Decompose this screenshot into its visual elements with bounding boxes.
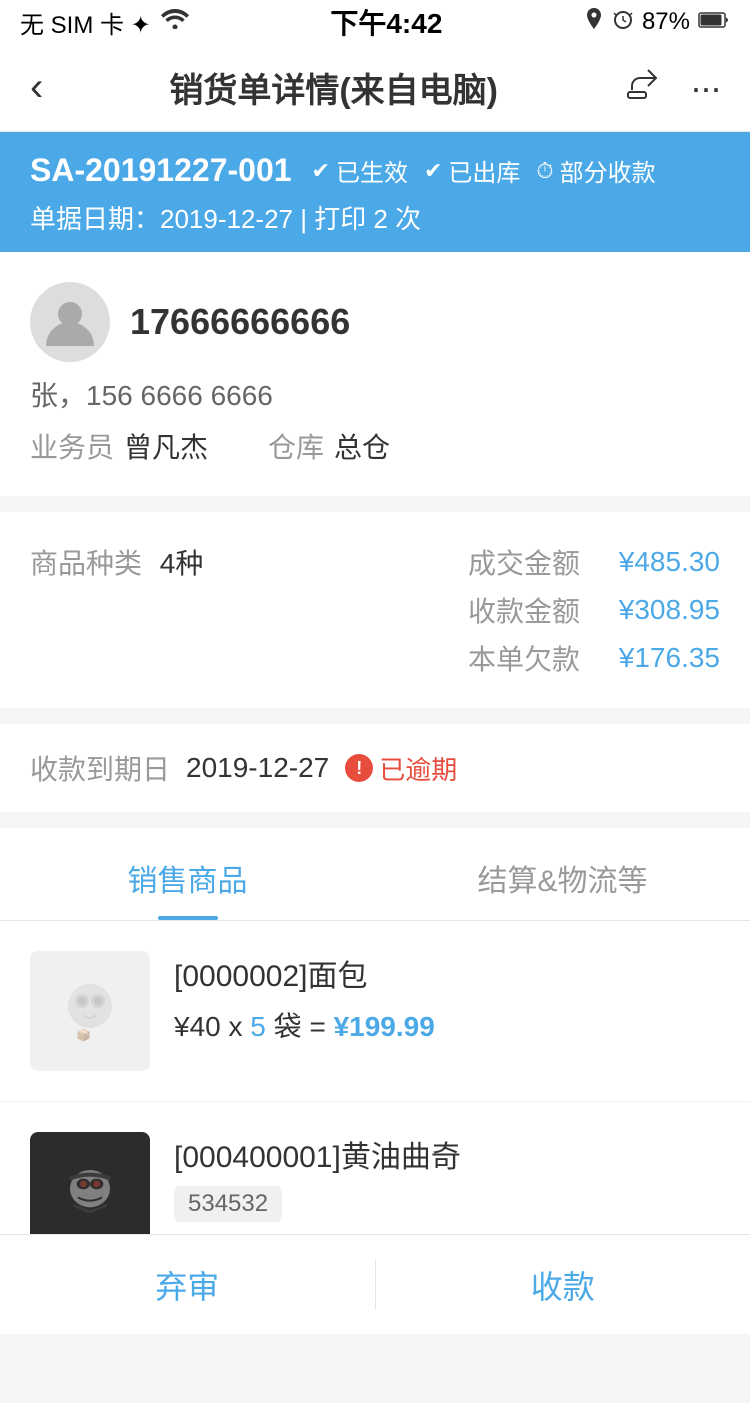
status-bar: 无 SIM 卡 ✦ 下午4:42 87%: [0, 0, 750, 44]
badge-partial: ⏱ 部分收款: [536, 153, 655, 188]
customer-name-detail: 张，156 6666 6666: [30, 374, 720, 414]
category-info: 商品种类 4种: [30, 542, 203, 582]
product-price: ¥40: [174, 1011, 221, 1042]
deal-amount-value: ¥485.30: [600, 546, 720, 578]
customer-meta: 业务员 曾凡杰 仓库 总仓: [30, 426, 720, 466]
received-amount-row: 收款金额 ¥308.95: [468, 590, 720, 630]
sales-label: 业务员: [30, 426, 114, 466]
location-icon: [584, 8, 604, 37]
warehouse: 仓库 总仓: [268, 426, 390, 466]
list-item: 📦 [0000002]面包 ¥40 x 5 袋 = ¥199.99: [0, 921, 750, 1102]
alarm-icon: [612, 8, 634, 37]
category-label: 商品种类: [30, 548, 142, 579]
warehouse-label: 仓库: [268, 426, 324, 466]
cancel-audit-button[interactable]: 弃审: [0, 1235, 375, 1334]
svg-text:📦: 📦: [76, 1028, 91, 1042]
tabs-section: 销售商品 结算&物流等: [0, 828, 750, 921]
customer-phone: 17666666666: [130, 301, 350, 343]
battery-level: 87%: [642, 8, 690, 36]
status-left: 无 SIM 卡 ✦: [20, 5, 189, 40]
product-name: [000400001]黄油曲奇: [174, 1132, 720, 1176]
battery-icon: [698, 8, 730, 36]
status-right: 87%: [584, 8, 730, 37]
product-unit: 袋: [274, 1011, 302, 1042]
warehouse-value: 总仓: [334, 426, 390, 466]
product-total: ¥199.99: [334, 1011, 435, 1042]
status-badges: ✔ 已生效 ✔ 已出库 ⏱ 部分收款: [312, 153, 656, 188]
product-qty: 5: [250, 1011, 266, 1042]
status-time: 下午4:42: [330, 2, 442, 42]
owed-amount-label: 本单欠款: [468, 638, 580, 678]
collect-payment-button[interactable]: 收款: [376, 1235, 750, 1334]
clock-icon: ⏱: [536, 158, 553, 184]
avatar: [30, 282, 110, 362]
sales-person: 业务员 曾凡杰: [30, 426, 208, 466]
summary-section: 商品种类 4种 成交金额 ¥485.30 收款金额 ¥308.95 本单欠款 ¥…: [0, 512, 750, 708]
deal-amount-label: 成交金额: [468, 542, 580, 582]
tab-products[interactable]: 销售商品: [0, 828, 375, 920]
badge-shipped: ✔ 已出库: [424, 153, 520, 188]
more-icon[interactable]: ···: [690, 67, 720, 109]
category-value: 4种: [160, 548, 204, 579]
tab-settlement[interactable]: 结算&物流等: [375, 828, 750, 920]
overdue-text: 已逾期: [379, 750, 457, 787]
received-amount-value: ¥308.95: [600, 594, 720, 626]
nav-actions: ···: [624, 66, 720, 110]
order-sub-info: 单据日期：2019-12-27 | 打印 2 次: [30, 199, 720, 236]
sales-value: 曾凡杰: [124, 426, 208, 466]
amount-summary: 成交金额 ¥485.30 收款金额 ¥308.95 本单欠款 ¥176.35: [468, 542, 720, 678]
overdue-icon: !: [345, 754, 373, 782]
order-id: SA-20191227-001: [30, 152, 292, 189]
overdue-badge: ! 已逾期: [345, 750, 457, 787]
due-date-value: 2019-12-27: [186, 752, 329, 784]
owed-amount-value: ¥176.35: [600, 642, 720, 674]
received-amount-label: 收款金额: [468, 590, 580, 630]
wifi-signal: [161, 8, 189, 36]
deal-amount-row: 成交金额 ¥485.30: [468, 542, 720, 582]
product-info: [0000002]面包 ¥40 x 5 袋 = ¥199.99: [174, 951, 720, 1045]
nav-bar: ‹ 销货单详情(来自电脑) ···: [0, 44, 750, 132]
header-banner: SA-20191227-001 ✔ 已生效 ✔ 已出库 ⏱ 部分收款 单据日期：…: [0, 132, 750, 252]
back-button[interactable]: ‹: [30, 65, 43, 110]
product-tag: 534532: [174, 1186, 282, 1222]
product-name: [0000002]面包: [174, 951, 720, 995]
bottom-bar: 弃审 收款: [0, 1234, 750, 1334]
owed-amount-row: 本单欠款 ¥176.35: [468, 638, 720, 678]
page-title: 销货单详情(来自电脑): [169, 63, 498, 112]
due-label: 收款到期日: [30, 748, 170, 788]
check-icon-active: ✔: [312, 158, 330, 184]
due-date-section: 收款到期日 2019-12-27 ! 已逾期: [0, 724, 750, 812]
customer-section: 17666666666 张，156 6666 6666 业务员 曾凡杰 仓库 总…: [0, 252, 750, 496]
check-icon-shipped: ✔: [424, 158, 442, 184]
badge-active: ✔ 已生效: [312, 153, 408, 188]
product-thumbnail: 📦: [30, 951, 150, 1071]
product-price-row: ¥40 x 5 袋 = ¥199.99: [174, 1005, 720, 1045]
share-icon[interactable]: [624, 66, 660, 110]
tabs-row: 销售商品 结算&物流等: [0, 828, 750, 920]
sim-label: 无 SIM 卡 ✦: [20, 5, 151, 40]
